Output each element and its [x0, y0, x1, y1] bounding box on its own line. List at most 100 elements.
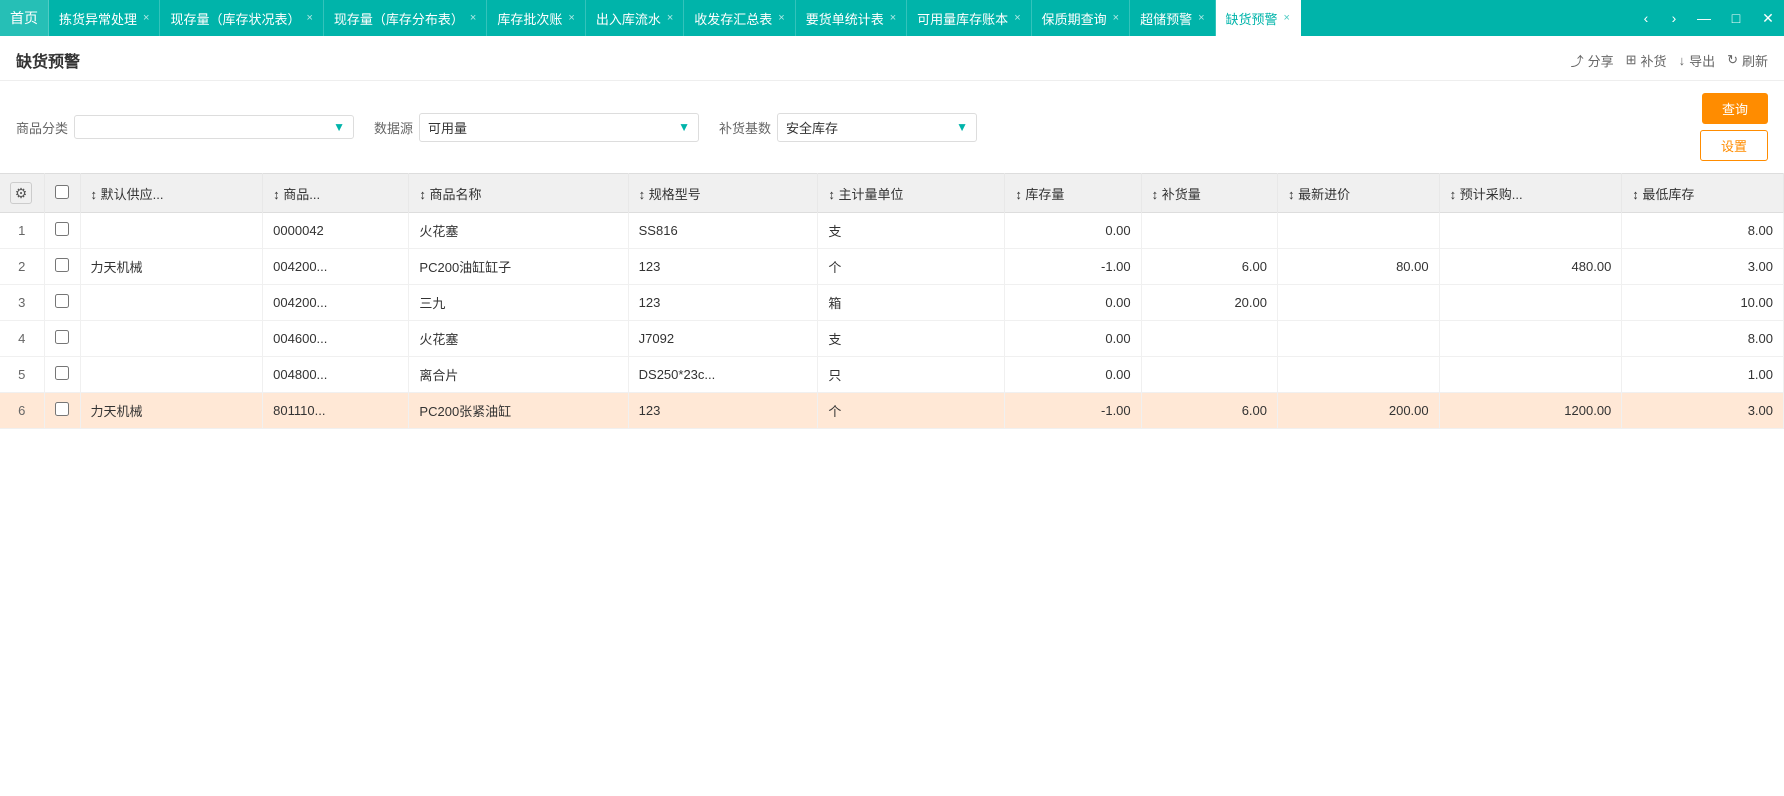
row-checkbox[interactable]	[55, 366, 69, 380]
tab-order-stats[interactable]: 要货单统计表 ×	[796, 0, 907, 36]
table-row: 4 004600... 火花塞 J7092 支 0.00 8.00	[0, 321, 1784, 357]
tab-close-icon[interactable]: ×	[778, 12, 784, 24]
share-icon: ⤴	[1571, 51, 1584, 70]
tab-label: 保质期查询	[1042, 9, 1107, 28]
nav-next-arrow[interactable]: ›	[1660, 0, 1688, 36]
td-product-name: PC200张紧油缸	[409, 393, 628, 429]
category-dropdown-icon: ▼	[333, 120, 345, 134]
tab-recv-send-summary[interactable]: 收发存汇总表 ×	[684, 0, 795, 36]
replenish-base-label: 补货基数	[719, 118, 771, 137]
nav-prev-arrow[interactable]: ‹	[1632, 0, 1660, 36]
tab-close-icon[interactable]: ×	[1014, 12, 1020, 24]
table-container: ⚙ ↕ 默认供应... ↕ 商品... ↕ 商品名称 ↕	[0, 173, 1784, 429]
replenish-button[interactable]: ⊞ 补货	[1626, 51, 1667, 70]
tab-batch-account[interactable]: 库存批次账 ×	[487, 0, 585, 36]
tab-label: 拣货异常处理	[59, 9, 137, 28]
datasource-select[interactable]: 可用量 ▼	[419, 113, 699, 142]
tab-expiry-query[interactable]: 保质期查询 ×	[1032, 0, 1130, 36]
row-checkbox[interactable]	[55, 258, 69, 272]
td-unit: 只	[818, 357, 1005, 393]
window-close-btn[interactable]: ✕	[1752, 0, 1784, 36]
category-select[interactable]: ▼	[74, 115, 354, 139]
query-button[interactable]: 查询	[1702, 93, 1768, 124]
replenish-base-filter-group: 补货基数 安全库存 ▼	[719, 113, 977, 142]
td-latest-price	[1278, 285, 1440, 321]
tab-home-label: 首页	[10, 8, 38, 28]
tab-available-ledger[interactable]: 可用量库存账本 ×	[907, 0, 1031, 36]
td-product-code: 004200...	[263, 249, 409, 285]
window-maximize-btn[interactable]: □	[1720, 0, 1752, 36]
td-min-stock: 3.00	[1622, 249, 1784, 285]
th-stock: ↕ 库存量	[1005, 174, 1141, 213]
row-checkbox[interactable]	[55, 222, 69, 236]
tab-close-icon[interactable]: ×	[667, 12, 673, 24]
select-all-checkbox[interactable]	[55, 185, 69, 199]
datasource-filter-group: 数据源 可用量 ▼	[374, 113, 699, 142]
row-checkbox[interactable]	[55, 294, 69, 308]
tab-label: 出入库流水	[596, 9, 661, 28]
td-latest-price	[1278, 321, 1440, 357]
tab-stock-status[interactable]: 现存量（库存状况表） ×	[160, 0, 323, 36]
td-replenish-qty	[1141, 213, 1277, 249]
window-minimize-btn[interactable]: —	[1688, 0, 1720, 36]
export-button[interactable]: ↓ 导出	[1679, 51, 1716, 70]
td-min-stock: 1.00	[1622, 357, 1784, 393]
tab-stock-dist[interactable]: 现存量（库存分布表） ×	[324, 0, 487, 36]
top-navigation: 首页 拣货异常处理 × 现存量（库存状况表） × 现存量（库存分布表） × 库存…	[0, 0, 1784, 36]
tab-close-icon[interactable]: ×	[143, 12, 149, 24]
td-default-supplier	[80, 285, 263, 321]
tab-stockout-warning[interactable]: 缺货预警 ×	[1216, 0, 1301, 36]
table-row: 1 0000042 火花塞 SS816 支 0.00 8.00	[0, 213, 1784, 249]
replenish-base-select[interactable]: 安全库存 ▼	[777, 113, 977, 142]
td-checkbox[interactable]	[44, 393, 80, 429]
td-checkbox[interactable]	[44, 357, 80, 393]
td-row-num: 5	[0, 357, 44, 393]
page-header: 缺货预警 ⤴ 分享 ⊞ 补货 ↓ 导出 ↻ 刷新	[0, 36, 1784, 81]
td-replenish-qty: 6.00	[1141, 393, 1277, 429]
th-latest-price: ↕ 最新进价	[1278, 174, 1440, 213]
td-row-num: 6	[0, 393, 44, 429]
export-icon: ↓	[1679, 53, 1686, 68]
replenish-icon: ⊞	[1626, 52, 1637, 68]
tab-home[interactable]: 首页	[0, 0, 49, 36]
tab-close-icon[interactable]: ×	[1284, 12, 1290, 24]
td-row-num: 1	[0, 213, 44, 249]
td-checkbox[interactable]	[44, 285, 80, 321]
tab-close-icon[interactable]: ×	[1198, 12, 1204, 24]
tab-close-icon[interactable]: ×	[1113, 12, 1119, 24]
th-label: ↕ 最低库存	[1632, 187, 1694, 202]
th-label: ↕ 预计采购...	[1450, 187, 1523, 202]
td-latest-price: 80.00	[1278, 249, 1440, 285]
td-stock: 0.00	[1005, 285, 1141, 321]
td-checkbox[interactable]	[44, 249, 80, 285]
td-est-purchase	[1439, 357, 1622, 393]
share-button[interactable]: ⤴ 分享	[1571, 51, 1614, 70]
stockout-table: ⚙ ↕ 默认供应... ↕ 商品... ↕ 商品名称 ↕	[0, 173, 1784, 429]
td-checkbox[interactable]	[44, 321, 80, 357]
tab-close-icon[interactable]: ×	[890, 12, 896, 24]
th-label: ↕ 默认供应...	[91, 187, 164, 202]
category-filter-label: 商品分类	[16, 118, 68, 137]
td-stock: -1.00	[1005, 393, 1141, 429]
td-default-supplier	[80, 321, 263, 357]
td-est-purchase: 1200.00	[1439, 393, 1622, 429]
tab-label: 收发存汇总表	[694, 9, 772, 28]
row-checkbox[interactable]	[55, 402, 69, 416]
settings-button[interactable]: 设置	[1700, 130, 1768, 161]
table-settings-icon[interactable]: ⚙	[10, 182, 32, 204]
tab-label: 缺货预警	[1226, 9, 1278, 28]
tab-pick-exception[interactable]: 拣货异常处理 ×	[49, 0, 160, 36]
tab-close-icon[interactable]: ×	[306, 12, 312, 24]
td-checkbox[interactable]	[44, 213, 80, 249]
row-checkbox[interactable]	[55, 330, 69, 344]
td-unit: 个	[818, 393, 1005, 429]
tab-close-icon[interactable]: ×	[568, 12, 574, 24]
refresh-button[interactable]: ↻ 刷新	[1727, 51, 1768, 70]
datasource-dropdown-icon: ▼	[678, 120, 690, 134]
tab-overstock-warning[interactable]: 超储预警 ×	[1130, 0, 1215, 36]
tab-inout-flow[interactable]: 出入库流水 ×	[586, 0, 684, 36]
td-product-name: 火花塞	[409, 321, 628, 357]
replenish-base-value: 安全库存	[786, 118, 952, 137]
share-label: 分享	[1588, 51, 1614, 70]
tab-close-icon[interactable]: ×	[470, 12, 476, 24]
